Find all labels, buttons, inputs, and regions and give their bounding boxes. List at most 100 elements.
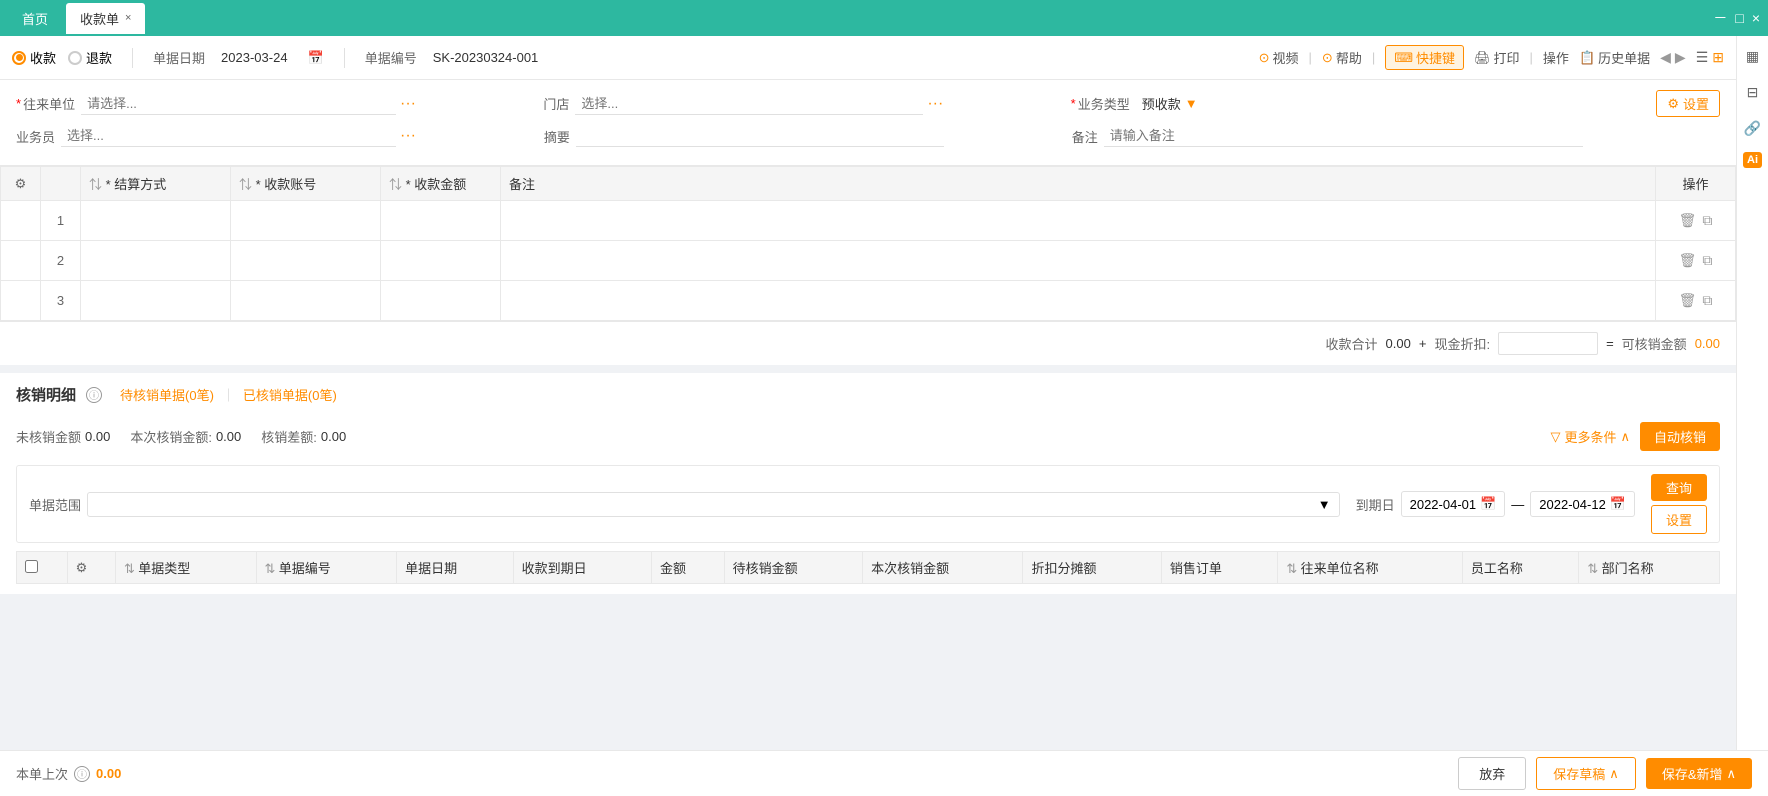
sidebar-table-icon[interactable]: ▦ xyxy=(1741,44,1765,68)
salesperson-input[interactable] xyxy=(61,125,396,147)
row2-delete-icon[interactable]: 🗑 xyxy=(1679,252,1697,269)
diff-stat: 核销差额: 0.00 xyxy=(261,427,346,446)
counterpart-more-btn[interactable]: ··· xyxy=(400,95,416,113)
minimize-btn[interactable]: － xyxy=(1713,8,1727,28)
save-new-btn[interactable]: 保存&新增 ∧ xyxy=(1646,758,1752,789)
counterpart-input[interactable] xyxy=(81,93,396,115)
date-separator: — xyxy=(1511,497,1524,512)
note-input[interactable] xyxy=(1104,125,1584,147)
row2-settlement-cell[interactable] xyxy=(81,241,231,281)
row1-action-icons: 🗑 ⧉ xyxy=(1664,212,1727,229)
due-date-start-input[interactable]: 2022-04-01 📅 xyxy=(1401,491,1506,517)
help-btn[interactable]: ⊙ 帮助 xyxy=(1322,48,1362,67)
bill-type-label: 单据类型 xyxy=(138,561,190,576)
tab-close-icon[interactable]: × xyxy=(125,12,131,24)
shop-more-btn[interactable]: ··· xyxy=(927,95,943,113)
select-all-checkbox[interactable] xyxy=(25,560,38,573)
tab-home[interactable]: 首页 xyxy=(8,3,62,34)
row1-amount-cell[interactable] xyxy=(381,201,501,241)
note-label: 备注 xyxy=(509,177,535,192)
receipt-radio[interactable]: 收款 xyxy=(12,48,56,67)
nav-next-btn[interactable]: ▶ xyxy=(1675,49,1686,66)
query-btn[interactable]: 查询 xyxy=(1651,474,1707,501)
row2-account-cell[interactable] xyxy=(231,241,381,281)
shop-label: 门店 xyxy=(543,94,569,113)
bill-range-select[interactable]: ▼ xyxy=(87,492,1340,517)
sidebar-inbox-icon[interactable]: ⊟ xyxy=(1741,80,1765,104)
due-date-start-value: 2022-04-01 xyxy=(1410,497,1477,512)
bill-date-value[interactable]: 2023-03-24 xyxy=(221,50,288,65)
employee-col-label: 员工名称 xyxy=(1471,561,1523,576)
verification-info-icon[interactable]: ⓘ xyxy=(86,387,102,403)
discount-label: 现金折扣: xyxy=(1434,334,1490,353)
bottom-settings-gear-icon[interactable]: ⚙ xyxy=(76,560,88,575)
row3-copy-icon[interactable]: ⧉ xyxy=(1702,292,1712,309)
sidebar-link-icon[interactable]: 🔗 xyxy=(1741,116,1765,140)
col-bill-date-header: 单据日期 xyxy=(397,552,514,584)
row1-settlement-cell[interactable] xyxy=(81,201,231,241)
business-label: 业务类型 xyxy=(1078,94,1130,113)
shop-input[interactable] xyxy=(575,93,923,115)
draft-btn[interactable]: 保存草稿 ∧ xyxy=(1536,757,1636,790)
receipt-radio-dot xyxy=(12,51,26,65)
operation-btn[interactable]: 操作 xyxy=(1543,48,1569,67)
table-settings-gear-icon[interactable]: ⚙ xyxy=(15,176,27,191)
discount-col-label: 折扣分摊额 xyxy=(1031,561,1096,576)
close-btn[interactable]: × xyxy=(1752,10,1760,26)
due-date-end-input[interactable]: 2022-04-12 📅 xyxy=(1530,491,1635,517)
auto-verify-btn[interactable]: 自动核销 xyxy=(1640,422,1720,451)
shortcut-icon: ⌨ xyxy=(1394,50,1413,66)
row1-account-cell[interactable] xyxy=(231,201,381,241)
row3-note-cell[interactable] xyxy=(501,281,1656,321)
salesperson-more-btn[interactable]: ··· xyxy=(400,127,416,145)
tab-bar: 首页 收款单 × － □ × xyxy=(0,0,1768,36)
row1-note-cell[interactable] xyxy=(501,201,1656,241)
sidebar-ai-btn[interactable]: Ai xyxy=(1743,152,1762,168)
video-icon: ⊙ xyxy=(1259,50,1270,66)
video-btn[interactable]: ⊙ 视频 xyxy=(1259,48,1299,67)
row3-settlement-cell[interactable] xyxy=(81,281,231,321)
salesperson-label: 业务员 xyxy=(16,127,55,146)
bill-no-value: SK-20230324-001 xyxy=(433,50,539,65)
info-icon-bottom[interactable]: ⓘ xyxy=(74,766,90,782)
card-view-icon[interactable]: ⊞ xyxy=(1712,49,1724,66)
shortcut-btn[interactable]: ⌨ 快捷键 xyxy=(1385,45,1464,70)
pending-tab[interactable]: 待核销单据(0笔) xyxy=(112,383,222,406)
maximize-btn[interactable]: □ xyxy=(1735,10,1743,26)
business-dropdown-icon[interactable]: ▼ xyxy=(1185,96,1198,111)
row1-copy-icon[interactable]: ⧉ xyxy=(1702,212,1712,229)
current-col-label: 本次核销金额 xyxy=(871,561,949,576)
row3-no-cell: 3 xyxy=(41,281,81,321)
row3-account-cell[interactable] xyxy=(231,281,381,321)
abandon-btn[interactable]: 放弃 xyxy=(1458,757,1526,790)
col-amount-bottom-header: 金额 xyxy=(652,552,725,584)
bottom-table-header-row: ⚙ ⇅ 单据类型 ⇅ 单据编号 单据日期 xyxy=(17,552,1720,584)
refund-radio[interactable]: 退款 xyxy=(68,48,112,67)
row3-action-icons: 🗑 ⧉ xyxy=(1664,292,1727,309)
nav-prev-btn[interactable]: ◀ xyxy=(1660,49,1671,66)
row2-amount-cell[interactable] xyxy=(381,241,501,281)
done-tab[interactable]: 已核销单据(0笔) xyxy=(235,383,345,406)
print-btn[interactable]: 🖨 打印 xyxy=(1474,48,1520,67)
filter-settings-btn[interactable]: 设置 xyxy=(1651,505,1707,534)
settings-btn[interactable]: ⚙ 设置 xyxy=(1656,90,1720,117)
discount-input[interactable] xyxy=(1498,332,1598,355)
unverified-label: 未核销金额 xyxy=(16,427,81,446)
summary-input[interactable] xyxy=(576,125,944,147)
history-btn[interactable]: 📋 历史单据 xyxy=(1579,48,1650,67)
salesperson-field: 业务员 ··· xyxy=(16,125,416,147)
row2-copy-icon[interactable]: ⧉ xyxy=(1702,252,1712,269)
total-label: 收款合计 xyxy=(1326,334,1378,353)
more-conditions-btn[interactable]: ▽ 更多条件 ∧ xyxy=(1550,427,1630,446)
tab-current[interactable]: 收款单 × xyxy=(66,3,145,34)
action-label: 操作 xyxy=(1682,177,1708,192)
receipt-table-area: ⚙ ⇅ * 结算方式 ⇅ * 收款账号 ⇅ * 收 xyxy=(0,166,1736,365)
bill-range-label: 单据范围 xyxy=(29,495,81,514)
row3-amount-cell[interactable] xyxy=(381,281,501,321)
row3-delete-icon[interactable]: 🗑 xyxy=(1679,292,1697,309)
prev-bill-value: 0.00 xyxy=(96,766,121,781)
list-view-icon[interactable]: ☰ xyxy=(1696,49,1709,66)
row2-note-cell[interactable] xyxy=(501,241,1656,281)
row1-delete-icon[interactable]: 🗑 xyxy=(1679,212,1697,229)
bill-date-calendar-icon[interactable]: 📅 xyxy=(308,50,324,66)
